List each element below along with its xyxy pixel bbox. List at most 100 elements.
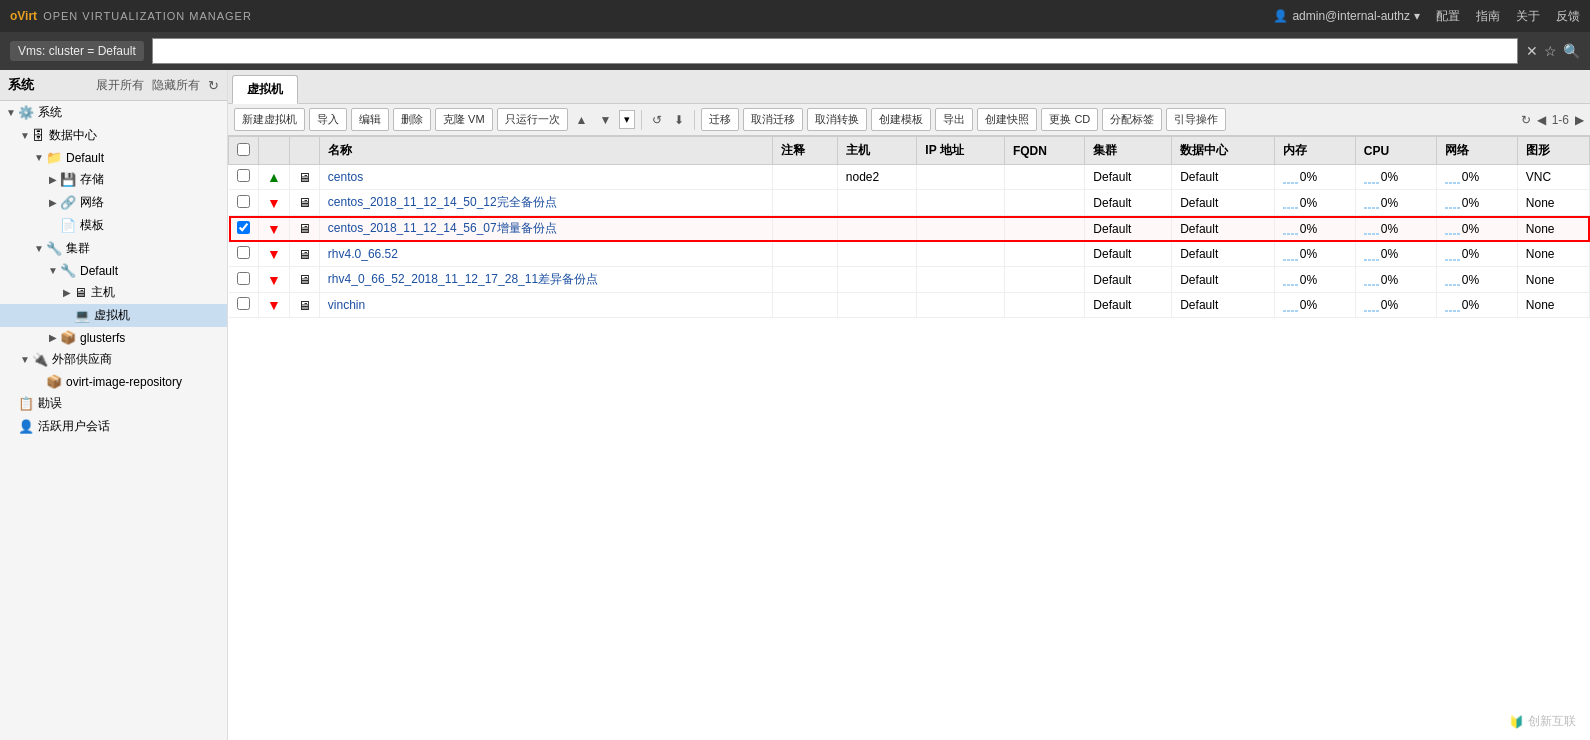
col-network[interactable]: 网络 — [1436, 137, 1517, 165]
row-name[interactable]: rhv4_0_66_52_2018_11_12_17_28_11差异备份点 — [319, 267, 772, 293]
col-cpu[interactable]: CPU — [1355, 137, 1436, 165]
sidebar-item-vm[interactable]: 💻 虚拟机 — [0, 304, 227, 327]
config-link[interactable]: 配置 — [1436, 8, 1460, 25]
refresh-icon[interactable]: ↻ — [208, 78, 219, 93]
tree-toggle-default-dc[interactable]: ▼ — [32, 152, 46, 163]
col-host[interactable]: 主机 — [837, 137, 917, 165]
col-memory[interactable]: 内存 — [1274, 137, 1355, 165]
clear-icon[interactable]: ✕ — [1526, 43, 1538, 59]
select-all-checkbox[interactable] — [237, 143, 250, 156]
sidebar-item-default-cluster[interactable]: ▼ 🔧 Default — [0, 260, 227, 281]
guide-link[interactable]: 指南 — [1476, 8, 1500, 25]
sidebar-item-errata[interactable]: 📋 勘误 — [0, 392, 227, 415]
sidebar-item-active-sessions[interactable]: 👤 活跃用户会话 — [0, 415, 227, 438]
create-snapshot-button[interactable]: 创建快照 — [977, 108, 1037, 131]
col-ip[interactable]: IP 地址 — [917, 137, 1005, 165]
tree-toggle-default-cluster[interactable]: ▼ — [46, 265, 60, 276]
extra-arrow2[interactable]: ⬇ — [670, 111, 688, 129]
col-fqdn[interactable]: FQDN — [1004, 137, 1084, 165]
row-name[interactable]: vinchin — [319, 293, 772, 318]
row-checkbox[interactable] — [229, 293, 259, 318]
tree-toggle-network[interactable]: ▶ — [46, 197, 60, 208]
export-button[interactable]: 导出 — [935, 108, 973, 131]
feedback-link[interactable]: 反馈 — [1556, 8, 1580, 25]
edit-button[interactable]: 编辑 — [351, 108, 389, 131]
tree-toggle-glusterfs[interactable]: ▶ — [46, 332, 60, 343]
import-button[interactable]: 导入 — [309, 108, 347, 131]
table-row[interactable]: ▼ 🖥 centos_2018_11_12_14_50_12完全备份点 Defa… — [229, 190, 1590, 216]
tree-toggle-system[interactable]: ▼ — [4, 107, 18, 118]
row-name[interactable]: centos — [319, 165, 772, 190]
sidebar-item-datacenter[interactable]: ▼ 🗄 数据中心 — [0, 124, 227, 147]
expand-all[interactable]: 展开所有 — [96, 77, 144, 94]
run-dropdown[interactable]: ▾ — [619, 110, 635, 129]
tree-toggle-storage[interactable]: ▶ — [46, 174, 60, 185]
col-cluster[interactable]: 集群 — [1085, 137, 1172, 165]
about-link[interactable]: 关于 — [1516, 8, 1540, 25]
tree-toggle-external-providers[interactable]: ▼ — [18, 354, 32, 365]
create-template-button[interactable]: 创建模板 — [871, 108, 931, 131]
sidebar-item-cluster[interactable]: ▼ 🔧 集群 — [0, 237, 227, 260]
sidebar-item-storage[interactable]: ▶ 💾 存储 — [0, 168, 227, 191]
memory-value: 0% — [1300, 222, 1317, 236]
table-row[interactable]: ▲ 🖥 centos node2 Default Default 0% 0% — [229, 165, 1590, 190]
cancel-convert-button[interactable]: 取消转换 — [807, 108, 867, 131]
sidebar-item-template[interactable]: 📄 模板 — [0, 214, 227, 237]
run-down-arrow[interactable]: ▼ — [595, 111, 615, 129]
table-row[interactable]: ▼ 🖥 rhv4.0_66.52 Default Default 0% 0% — [229, 242, 1590, 267]
col-comment[interactable]: 注释 — [773, 137, 838, 165]
tree-toggle-cluster[interactable]: ▼ — [32, 243, 46, 254]
change-cd-button[interactable]: 更换 CD — [1041, 108, 1098, 131]
row-checkbox[interactable] — [229, 242, 259, 267]
nav-right-icon[interactable]: ▶ — [1575, 113, 1584, 127]
table-row[interactable]: ▼ 🖥 vinchin Default Default 0% 0% — [229, 293, 1590, 318]
sidebar-item-glusterfs[interactable]: ▶ 📦 glusterfs — [0, 327, 227, 348]
col-datacenter[interactable]: 数据中心 — [1172, 137, 1275, 165]
sidebar-item-network[interactable]: ▶ 🔗 网络 — [0, 191, 227, 214]
guide-ops-button[interactable]: 引导操作 — [1166, 108, 1226, 131]
network-value: 0% — [1462, 222, 1479, 236]
col-checkbox[interactable] — [229, 137, 259, 165]
col-display[interactable]: 图形 — [1517, 137, 1589, 165]
user-info[interactable]: 👤 admin@internal-authz ▾ — [1273, 9, 1420, 23]
row-name[interactable]: centos_2018_11_12_14_56_07增量备份点 — [319, 216, 772, 242]
mini-chart — [1283, 197, 1298, 209]
row-name[interactable]: centos_2018_11_12_14_50_12完全备份点 — [319, 190, 772, 216]
refresh-icon-toolbar[interactable]: ↻ — [1521, 113, 1531, 127]
row-comment — [773, 165, 838, 190]
search-input[interactable] — [159, 44, 1511, 58]
assign-tag-button[interactable]: 分配标签 — [1102, 108, 1162, 131]
row-name[interactable]: rhv4.0_66.52 — [319, 242, 772, 267]
sidebar-item-default-dc[interactable]: ▼ 📁 Default — [0, 147, 227, 168]
row-checkbox[interactable] — [229, 216, 259, 242]
sidebar-item-external-providers[interactable]: ▼ 🔌 外部供应商 — [0, 348, 227, 371]
search-icon[interactable]: 🔍 — [1563, 43, 1580, 59]
row-checkbox[interactable] — [229, 267, 259, 293]
sidebar-item-system[interactable]: ▼ ⚙️ 系统 — [0, 101, 227, 124]
search-input-box[interactable] — [152, 38, 1518, 64]
clone-vm-button[interactable]: 克隆 VM — [435, 108, 493, 131]
sidebar-item-ovirt-image[interactable]: 📦 ovirt-image-repository — [0, 371, 227, 392]
run-once-button[interactable]: 只运行一次 — [497, 108, 568, 131]
collapse-all[interactable]: 隐藏所有 — [152, 77, 200, 94]
mini-chart — [1283, 300, 1298, 312]
tree-toggle-datacenter[interactable]: ▼ — [18, 130, 32, 141]
row-checkbox[interactable] — [229, 190, 259, 216]
table-row[interactable]: ▼ 🖥 centos_2018_11_12_14_56_07增量备份点 Defa… — [229, 216, 1590, 242]
table-row[interactable]: ▼ 🖥 rhv4_0_66_52_2018_11_12_17_28_11差异备份… — [229, 267, 1590, 293]
migrate-button[interactable]: 迁移 — [701, 108, 739, 131]
extra-arrow1[interactable]: ↺ — [648, 111, 666, 129]
new-vm-button[interactable]: 新建虚拟机 — [234, 108, 305, 131]
row-checkbox[interactable] — [229, 165, 259, 190]
col-name[interactable]: 名称 — [319, 137, 772, 165]
run-up-arrow[interactable]: ▲ — [572, 111, 592, 129]
memory-value: 0% — [1300, 170, 1317, 184]
tab-vm[interactable]: 虚拟机 — [232, 75, 298, 104]
sidebar-item-host[interactable]: ▶ 🖥 主机 — [0, 281, 227, 304]
tree-toggle-host[interactable]: ▶ — [60, 287, 74, 298]
delete-button[interactable]: 删除 — [393, 108, 431, 131]
col-status[interactable] — [259, 137, 290, 165]
cancel-migrate-button[interactable]: 取消迁移 — [743, 108, 803, 131]
bookmark-icon[interactable]: ☆ — [1544, 43, 1557, 59]
nav-left-icon[interactable]: ◀ — [1537, 113, 1546, 127]
